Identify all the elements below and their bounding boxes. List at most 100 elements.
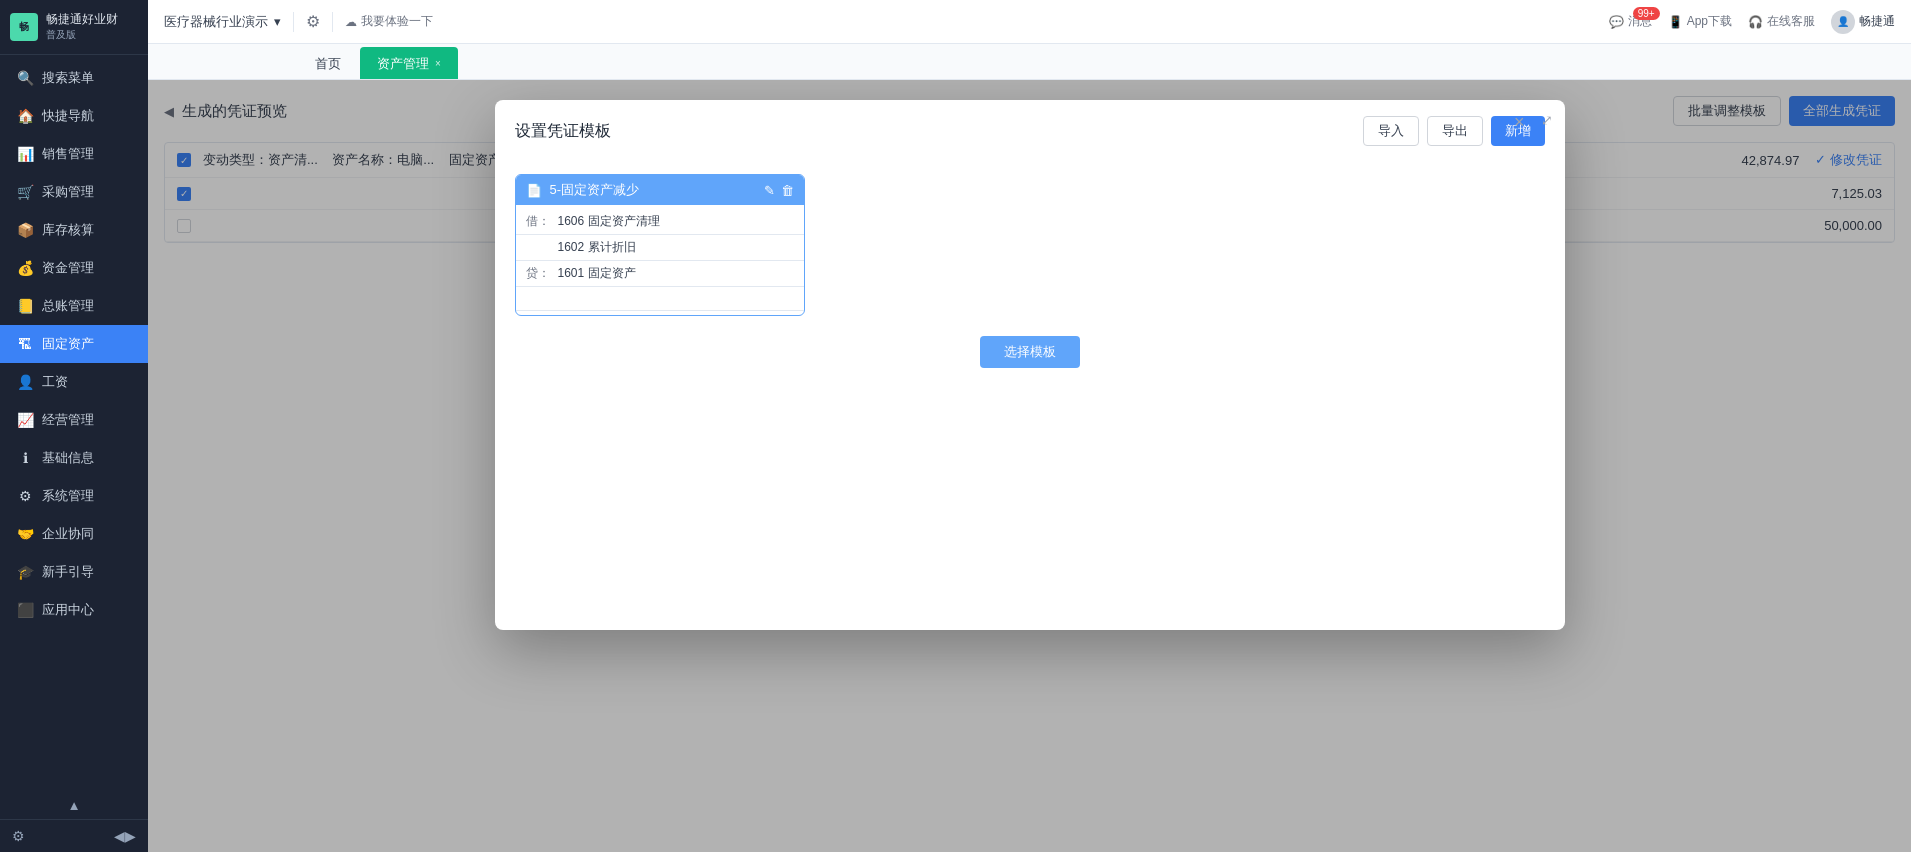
settings-footer-btn[interactable]: ⚙ xyxy=(12,828,25,844)
messages-btn[interactable]: 💬 消息 99+ xyxy=(1609,13,1652,30)
template-delete-btn[interactable]: 🗑 xyxy=(781,183,794,198)
entry-empty-cols-2 xyxy=(644,239,794,256)
online-service-label: 在线客服 xyxy=(1767,13,1815,30)
tab-home-label: 首页 xyxy=(315,55,341,73)
sidebar-item-enterprise[interactable]: 🤝 企业协同 xyxy=(0,515,148,553)
payroll-icon: 👤 xyxy=(16,373,34,391)
sidebar-item-apps-label: 应用中心 xyxy=(42,601,94,619)
entry-account-1: 1606 固定资产清理 xyxy=(558,213,660,230)
sidebar-item-purchase-label: 采购管理 xyxy=(42,183,94,201)
app-logo: 畅 xyxy=(10,13,38,41)
template-card-actions: ✎ 🗑 xyxy=(764,183,794,198)
topbar-right: 💬 消息 99+ 📱 App下载 🎧 在线客服 👤 畅捷通 xyxy=(1609,10,1895,34)
app-download-btn[interactable]: 📱 App下载 xyxy=(1668,13,1732,30)
online-service-btn[interactable]: 🎧 在线客服 xyxy=(1748,13,1815,30)
app-edition: 普及版 xyxy=(46,28,118,42)
inventory-icon: 📦 xyxy=(16,221,34,239)
sidebar-item-search-label: 搜索菜单 xyxy=(42,69,94,87)
collapse-sidebar-btn[interactable]: ◀▶ xyxy=(114,828,136,844)
sidebar-item-operations[interactable]: 📈 经营管理 xyxy=(0,401,148,439)
messages-badge: 99+ xyxy=(1633,7,1660,20)
template-doc-icon: 📄 xyxy=(526,183,542,198)
sidebar-item-system-label: 系统管理 xyxy=(42,487,94,505)
sidebar-item-quicknav[interactable]: 🏠 快捷导航 xyxy=(0,97,148,135)
sidebar-item-fixed-assets[interactable]: 🏗 固定资产 xyxy=(0,325,148,363)
app-title: 畅捷通好业财 xyxy=(46,12,118,28)
template-card-title: 5-固定资产减少 xyxy=(550,181,756,199)
user-name: 畅捷通 xyxy=(1859,13,1895,30)
sidebar-item-operations-label: 经营管理 xyxy=(42,411,94,429)
tabbar: 首页 资产管理 × xyxy=(148,44,1911,80)
sidebar-header: 畅 畅捷通好业财 普及版 xyxy=(0,0,148,55)
quicknav-icon: 🏠 xyxy=(16,107,34,125)
tab-close-icon[interactable]: × xyxy=(435,58,441,69)
sidebar-item-payroll-label: 工资 xyxy=(42,373,68,391)
user-profile-btn[interactable]: 👤 畅捷通 xyxy=(1831,10,1895,34)
sales-icon: 📊 xyxy=(16,145,34,163)
template-edit-btn[interactable]: ✎ xyxy=(764,183,775,198)
sidebar-item-sales-label: 销售管理 xyxy=(42,145,94,163)
export-btn[interactable]: 导出 xyxy=(1427,116,1483,146)
sidebar-item-apps[interactable]: ⬛ 应用中心 xyxy=(0,591,148,629)
template-card-header: 📄 5-固定资产减少 ✎ 🗑 xyxy=(516,175,804,205)
sidebar-nav: 🔍 搜索菜单 🏠 快捷导航 📊 销售管理 🛒 采购管理 📦 库存核算 💰 xyxy=(0,55,148,792)
modal-header: 设置凭证模板 导入 导出 新增 × ⤢ xyxy=(495,100,1565,158)
company-dropdown-icon: ▾ xyxy=(274,14,281,29)
system-icon: ⚙ xyxy=(16,487,34,505)
sidebar-item-basic-info[interactable]: ℹ 基础信息 xyxy=(0,439,148,477)
sidebar-item-funds-label: 资金管理 xyxy=(42,259,94,277)
sidebar-item-inventory-label: 库存核算 xyxy=(42,221,94,239)
sidebar-item-guide[interactable]: 🎓 新手引导 xyxy=(0,553,148,591)
entry-account-2: 1602 累计折旧 xyxy=(558,239,636,256)
modal-close-btn[interactable]: × xyxy=(1514,112,1525,133)
enterprise-icon: 🤝 xyxy=(16,525,34,543)
sidebar-item-quicknav-label: 快捷导航 xyxy=(42,107,94,125)
modal-title: 设置凭证模板 xyxy=(515,121,611,142)
template-entry-3: 贷： 1601 固定资产 xyxy=(516,261,804,287)
sidebar-item-basic-info-label: 基础信息 xyxy=(42,449,94,467)
sidebar-item-fixed-assets-label: 固定资产 xyxy=(42,335,94,353)
select-template-btn[interactable]: 选择模板 xyxy=(980,336,1080,368)
main-content: 医疗器械行业演示 ▾ ⚙ ☁ 我要体验一下 💬 消息 99+ 📱 App下载 xyxy=(148,0,1911,852)
operations-icon: 📈 xyxy=(16,411,34,429)
entry-side-3: 贷： xyxy=(526,265,550,282)
sidebar-item-search[interactable]: 🔍 搜索菜单 xyxy=(0,59,148,97)
tab-asset-management[interactable]: 资产管理 × xyxy=(360,47,458,79)
sidebar-item-guide-label: 新手引导 xyxy=(42,563,94,581)
import-btn[interactable]: 导入 xyxy=(1363,116,1419,146)
company-selector[interactable]: 医疗器械行业演示 ▾ xyxy=(164,13,281,31)
cloud-label: 我要体验一下 xyxy=(361,13,433,30)
sidebar-item-payroll[interactable]: 👤 工资 xyxy=(0,363,148,401)
entry-empty-row xyxy=(526,291,794,306)
entry-empty-cols-1 xyxy=(668,213,794,230)
tab-asset-label: 资产管理 xyxy=(377,55,429,73)
ledger-icon: 📒 xyxy=(16,297,34,315)
service-icon: 🎧 xyxy=(1748,15,1763,29)
search-icon: 🔍 xyxy=(16,69,34,87)
sidebar-item-purchase[interactable]: 🛒 采购管理 xyxy=(0,173,148,211)
sidebar-item-system[interactable]: ⚙ 系统管理 xyxy=(0,477,148,515)
download-icon: 📱 xyxy=(1668,15,1683,29)
topbar-divider-2 xyxy=(332,12,333,32)
modal-resize-btn[interactable]: ⤢ xyxy=(1541,112,1553,128)
sidebar-item-inventory[interactable]: 📦 库存核算 xyxy=(0,211,148,249)
sidebar-item-sales[interactable]: 📊 销售管理 xyxy=(0,135,148,173)
user-avatar: 👤 xyxy=(1831,10,1855,34)
apps-icon: ⬛ xyxy=(16,601,34,619)
entry-empty-cols-3 xyxy=(644,265,794,282)
message-icon: 💬 xyxy=(1609,15,1624,29)
sidebar-scroll-down[interactable]: ▲ xyxy=(0,792,148,819)
funds-icon: 💰 xyxy=(16,259,34,277)
fixed-assets-icon: 🏗 xyxy=(16,335,34,353)
topbar-divider-1 xyxy=(293,12,294,32)
sidebar-item-funds[interactable]: 💰 资金管理 xyxy=(0,249,148,287)
cloud-experience[interactable]: ☁ 我要体验一下 xyxy=(345,13,433,30)
topbar-settings-icon[interactable]: ⚙ xyxy=(306,12,320,31)
modal-overlay: 设置凭证模板 导入 导出 新增 × ⤢ 📄 xyxy=(148,80,1911,852)
template-card-body: 借： 1606 固定资产清理 1602 累计折旧 xyxy=(516,205,804,315)
app-download-label: App下载 xyxy=(1687,13,1732,30)
basic-info-icon: ℹ xyxy=(16,449,34,467)
tab-home[interactable]: 首页 xyxy=(298,47,358,79)
sidebar-item-ledger[interactable]: 📒 总账管理 xyxy=(0,287,148,325)
cloud-icon: ☁ xyxy=(345,15,357,29)
